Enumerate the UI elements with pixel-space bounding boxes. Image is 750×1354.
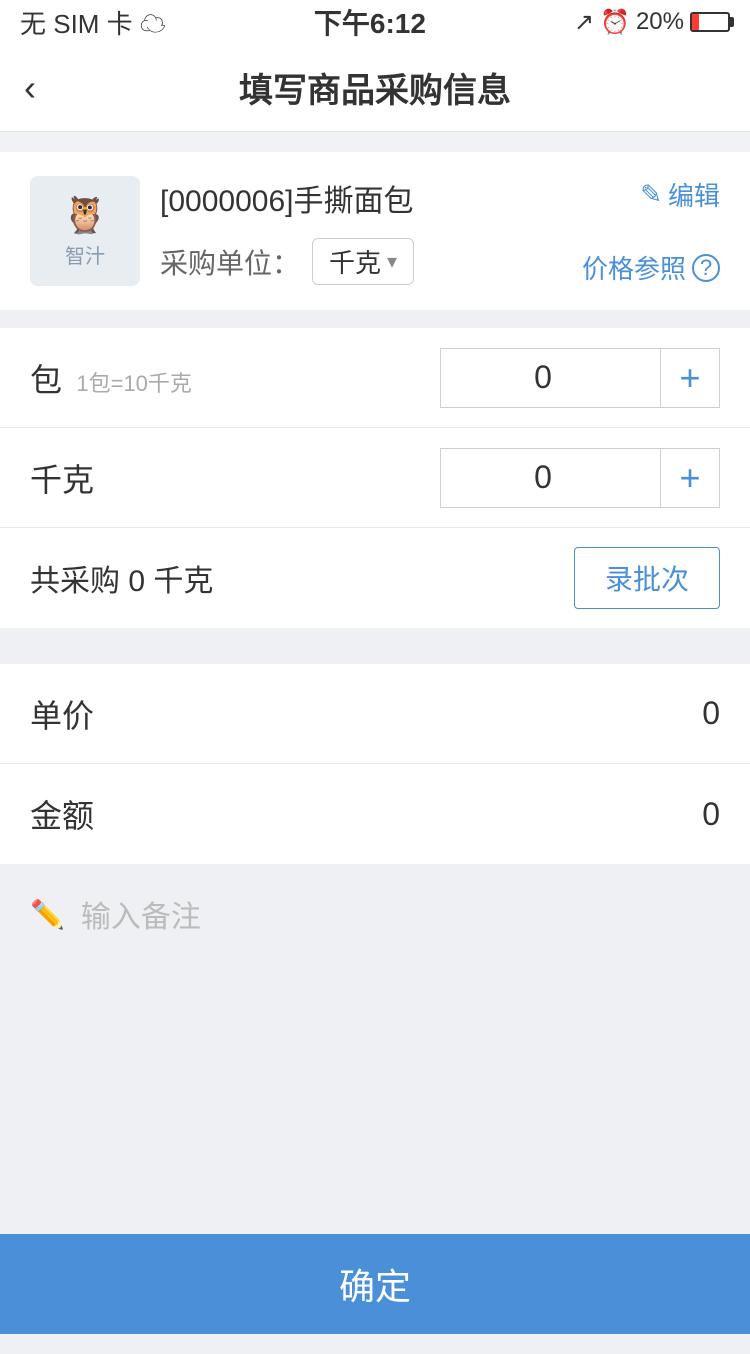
summary-label: 共采购: [30, 565, 128, 598]
sim-label: 无 SIM 卡 ☁: [20, 4, 166, 41]
input-section: 包 1包=10千克 + 千克 +: [0, 328, 750, 528]
bao-number-input[interactable]: [440, 348, 660, 408]
alarm-icon: ⏰: [600, 8, 630, 37]
status-time: 下午6:12: [314, 2, 426, 42]
amount-row: 金额 0: [0, 764, 750, 864]
unit-price-row: 单价 0: [0, 664, 750, 764]
status-left: 无 SIM 卡 ☁: [20, 4, 166, 41]
edit-button[interactable]: ✎ 编辑: [640, 176, 720, 213]
page-title: 填写商品采购信息: [239, 63, 511, 112]
amount-value: 0: [702, 796, 720, 833]
batch-button[interactable]: 录批次: [574, 547, 720, 609]
kg-number-input[interactable]: [440, 448, 660, 508]
bao-plus-button[interactable]: +: [660, 348, 720, 408]
unit-price-value: 0: [702, 695, 720, 732]
location-icon: ↗: [574, 8, 594, 37]
unit-price-label: 单价: [30, 691, 94, 737]
status-bar: 无 SIM 卡 ☁ 下午6:12 ↗ ⏰ 20%: [0, 0, 750, 44]
product-card: 🦉 智汁 [0000006]手撕面包 采购单位： 千克 ▾ ✎ 编辑 价格参照 …: [0, 152, 750, 310]
remark-placeholder: 输入备注: [81, 892, 201, 936]
pencil-icon: ✏️: [30, 898, 65, 931]
price-ref-button[interactable]: 价格参照 ?: [582, 249, 720, 286]
bao-input-row: 包 1包=10千克 +: [0, 328, 750, 428]
edit-label: 编辑: [668, 176, 720, 213]
product-logo: 🦉 智汁: [30, 176, 140, 286]
back-button[interactable]: ‹: [24, 67, 36, 109]
kg-plus-button[interactable]: +: [660, 448, 720, 508]
kg-input-row: 千克 +: [0, 428, 750, 528]
battery-icon: [690, 12, 730, 32]
dropdown-arrow-icon: ▾: [387, 249, 397, 274]
status-right: ↗ ⏰ 20%: [574, 8, 730, 37]
bao-label-group: 包 1包=10千克: [30, 355, 192, 401]
amount-label: 金额: [30, 791, 94, 837]
summary-text: 共采购 0 千克: [30, 556, 213, 600]
kg-label-group: 千克: [30, 455, 150, 501]
summary-number: 0: [128, 565, 153, 598]
logo-owl-icon: 🦉: [63, 194, 108, 236]
unit-label: 采购单位：: [160, 242, 300, 282]
divider-1: [0, 310, 750, 328]
edit-icon: ✎: [640, 179, 662, 210]
divider-2: [0, 628, 750, 646]
content-wrap: 🦉 智汁 [0000006]手撕面包 采购单位： 千克 ▾ ✎ 编辑 价格参照 …: [0, 152, 750, 1354]
remark-section[interactable]: ✏️ 输入备注: [0, 864, 750, 964]
unit-value: 千克: [329, 243, 381, 280]
logo-text: 智汁: [65, 240, 105, 269]
confirm-button[interactable]: 确定: [0, 1234, 750, 1334]
nav-bar: ‹ 填写商品采购信息: [0, 44, 750, 132]
price-ref-label: 价格参照: [582, 249, 686, 286]
bao-input-right: +: [440, 348, 720, 408]
unit-dropdown[interactable]: 千克 ▾: [312, 238, 414, 285]
kg-main-label: 千克: [30, 462, 94, 498]
summary-unit-label: 千克: [153, 565, 213, 598]
product-name: [0000006]手撕面包: [160, 176, 720, 220]
summary-row: 共采购 0 千克 录批次: [0, 528, 750, 628]
price-section: 单价 0 金额 0: [0, 664, 750, 864]
bao-main-label: 包: [30, 362, 62, 398]
bao-sub-label: 1包=10千克: [76, 371, 192, 396]
kg-input-right: +: [440, 448, 720, 508]
battery-percent: 20%: [636, 8, 684, 36]
help-icon: ?: [692, 254, 720, 282]
